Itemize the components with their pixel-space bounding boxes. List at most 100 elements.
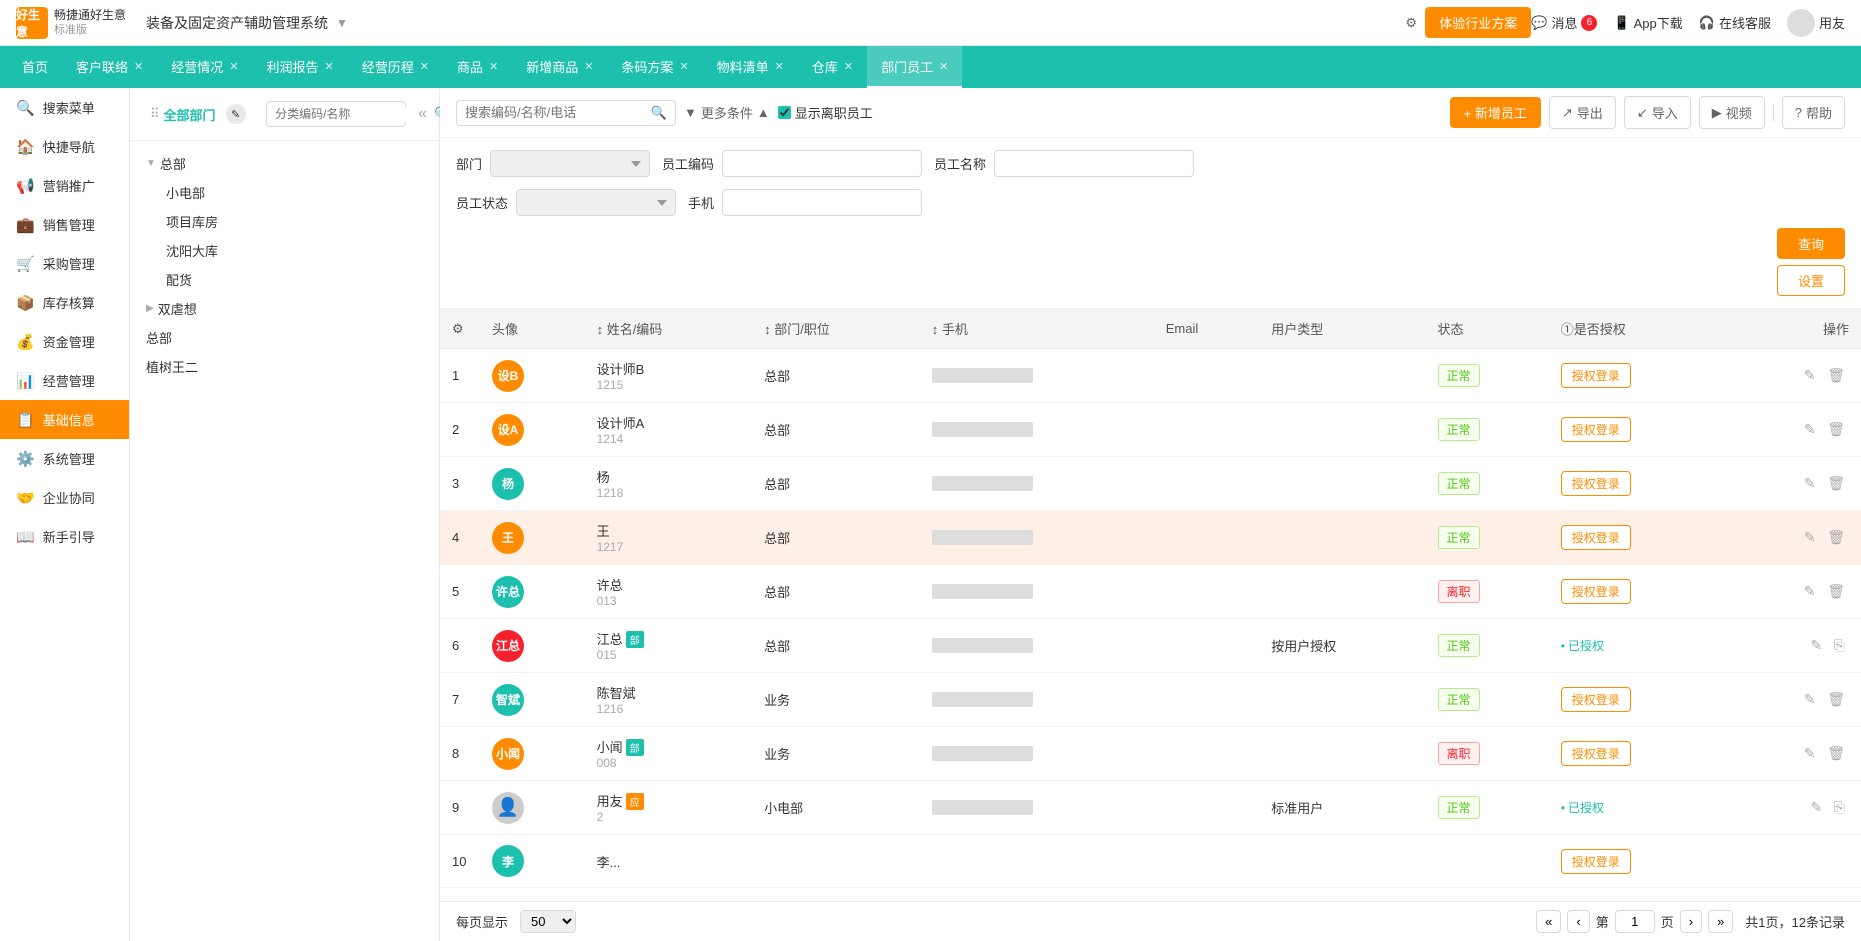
edit-dept-icon[interactable]: ✎ bbox=[226, 104, 246, 124]
app-download-button[interactable]: 📱 App下载 bbox=[1613, 13, 1682, 32]
sidebar-item-operation[interactable]: 📊 经营管理 bbox=[0, 361, 129, 400]
close-icon[interactable]: ✕ bbox=[679, 60, 688, 73]
auth-button[interactable]: 授权登录 bbox=[1561, 471, 1631, 496]
close-icon[interactable]: ✕ bbox=[775, 60, 784, 73]
sidebar-item-marketing[interactable]: 📢 营销推广 bbox=[0, 166, 129, 205]
sidebar-item-search[interactable]: 🔍 搜索菜单 bbox=[0, 88, 129, 127]
tab-operation[interactable]: 经营情况✕ bbox=[157, 46, 252, 88]
view-button[interactable]: ▶ 视频 bbox=[1699, 96, 1765, 129]
collapse-panel-btn[interactable]: « bbox=[418, 105, 427, 123]
tab-warehouse[interactable]: 仓库✕ bbox=[798, 46, 867, 88]
delete-button[interactable]: 🗑 bbox=[1823, 419, 1849, 440]
edit-button[interactable]: ✎ bbox=[1806, 635, 1826, 656]
tab-add-goods[interactable]: 新增商品✕ bbox=[512, 46, 607, 88]
next-page-button[interactable]: › bbox=[1680, 910, 1702, 933]
auth-button[interactable]: 授权登录 bbox=[1561, 579, 1631, 604]
dept-node-peihuo[interactable]: 配货 bbox=[158, 265, 431, 294]
user-menu[interactable]: 用友 bbox=[1787, 9, 1845, 37]
prev-page-button[interactable]: ‹ bbox=[1567, 910, 1589, 933]
online-service-button[interactable]: 🎧 在线客服 bbox=[1699, 13, 1771, 32]
copy-button[interactable]: ⎘ bbox=[1830, 797, 1849, 818]
phone-input[interactable] bbox=[722, 189, 922, 216]
dept-select[interactable] bbox=[490, 150, 650, 177]
sidebar-item-finance[interactable]: 💰 资金管理 bbox=[0, 322, 129, 361]
tab-department[interactable]: 部门员工✕ bbox=[867, 46, 962, 88]
last-page-button[interactable]: » bbox=[1708, 910, 1733, 933]
close-icon[interactable]: ✕ bbox=[489, 60, 498, 73]
sidebar-item-sales[interactable]: 💼 销售管理 bbox=[0, 205, 129, 244]
page-input[interactable] bbox=[1615, 910, 1655, 933]
edit-button[interactable]: ✎ bbox=[1800, 473, 1820, 494]
col-phone[interactable]: ↕ 手机 bbox=[920, 309, 1154, 349]
close-icon[interactable]: ✕ bbox=[134, 60, 143, 73]
delete-button[interactable]: 🗑 bbox=[1823, 473, 1849, 494]
edit-button[interactable]: ✎ bbox=[1800, 581, 1820, 602]
col-dept[interactable]: ↕ 部门/职位 bbox=[752, 309, 920, 349]
close-icon[interactable]: ✕ bbox=[325, 60, 334, 73]
delete-button[interactable]: 🗑 bbox=[1823, 365, 1849, 386]
add-employee-button[interactable]: + 新增员工 bbox=[1450, 97, 1541, 128]
import-button[interactable]: ↙ 导入 bbox=[1624, 96, 1691, 129]
search-input[interactable] bbox=[465, 105, 647, 120]
tab-history[interactable]: 经营历程✕ bbox=[348, 46, 443, 88]
auth-button[interactable]: 授权登录 bbox=[1561, 849, 1631, 874]
dept-node-shenyang[interactable]: 沈阳大库 bbox=[158, 236, 431, 265]
close-icon[interactable]: ✕ bbox=[584, 60, 593, 73]
close-icon[interactable]: ✕ bbox=[420, 60, 429, 73]
dept-search-input[interactable] bbox=[275, 107, 430, 121]
dept-node-zhishu[interactable]: 植树王二 bbox=[138, 352, 431, 381]
first-page-button[interactable]: « bbox=[1536, 910, 1561, 933]
tab-barcode[interactable]: 条码方案✕ bbox=[607, 46, 702, 88]
delete-button[interactable]: 🗑 bbox=[1823, 581, 1849, 602]
edit-button[interactable]: ✎ bbox=[1806, 797, 1826, 818]
auth-button[interactable]: 授权登录 bbox=[1561, 525, 1631, 550]
auth-button[interactable]: 授权登录 bbox=[1561, 363, 1631, 388]
help-button[interactable]: ? 帮助 bbox=[1782, 96, 1845, 129]
emp-code-input[interactable] bbox=[722, 150, 922, 177]
col-name[interactable]: ↕ 姓名/编码 bbox=[585, 309, 753, 349]
edit-button[interactable]: ✎ bbox=[1800, 689, 1820, 710]
dept-node-xiangmu[interactable]: 项目库房 bbox=[158, 207, 431, 236]
per-page-select[interactable]: 50 100 200 bbox=[520, 910, 576, 933]
setting-button[interactable]: 设置 bbox=[1777, 265, 1845, 296]
message-button[interactable]: 💬 消息 6 bbox=[1531, 13, 1597, 32]
copy-button[interactable]: ⎘ bbox=[1830, 635, 1849, 656]
delete-button[interactable]: 🗑 bbox=[1823, 743, 1849, 764]
more-filter-button[interactable]: ▼ 更多条件 ▲ bbox=[684, 103, 770, 122]
emp-status-select[interactable] bbox=[516, 189, 676, 216]
dept-node-zongbu2[interactable]: 总部 bbox=[138, 323, 431, 352]
delete-button[interactable]: 🗑 bbox=[1823, 689, 1849, 710]
edit-button[interactable]: ✎ bbox=[1800, 365, 1820, 386]
close-icon[interactable]: ✕ bbox=[229, 60, 238, 73]
dept-node-zongbu[interactable]: ▼ 总部 bbox=[138, 149, 431, 178]
sidebar-item-purchase[interactable]: 🛒 采购管理 bbox=[0, 244, 129, 283]
sidebar-item-inventory[interactable]: 📦 库存核算 bbox=[0, 283, 129, 322]
sidebar-item-guide[interactable]: 📖 新手引导 bbox=[0, 517, 129, 556]
auth-button[interactable]: 授权登录 bbox=[1561, 417, 1631, 442]
dept-node-xiaodian[interactable]: 小电部 bbox=[158, 178, 431, 207]
delete-button[interactable]: 🗑 bbox=[1823, 527, 1849, 548]
resigned-checkbox-input[interactable] bbox=[778, 106, 791, 119]
dropdown-arrow-icon[interactable]: ▼ bbox=[336, 16, 348, 30]
all-dept-header[interactable]: ⠿ 全部部门 ✎ bbox=[142, 98, 258, 130]
sidebar-item-company[interactable]: 🤝 企业协同 bbox=[0, 478, 129, 517]
close-icon[interactable]: ✕ bbox=[844, 60, 853, 73]
sidebar-item-system[interactable]: ⚙️ 系统管理 bbox=[0, 439, 129, 478]
show-resigned-checkbox[interactable]: 显示离职员工 bbox=[778, 103, 873, 122]
auth-button[interactable]: 授权登录 bbox=[1561, 687, 1631, 712]
edit-button[interactable]: ✎ bbox=[1800, 419, 1820, 440]
tab-bom[interactable]: 物料清单✕ bbox=[703, 46, 798, 88]
export-button[interactable]: ↗ 导出 bbox=[1549, 96, 1616, 129]
edit-button[interactable]: ✎ bbox=[1800, 527, 1820, 548]
sidebar-item-quick[interactable]: 🏠 快捷导航 bbox=[0, 127, 129, 166]
dept-node-shuangni[interactable]: ▶ 双虐想 bbox=[138, 294, 431, 323]
tab-customer[interactable]: 客户联络✕ bbox=[62, 46, 157, 88]
close-icon[interactable]: ✕ bbox=[939, 60, 948, 73]
edit-button[interactable]: ✎ bbox=[1800, 743, 1820, 764]
tab-home[interactable]: 首页 bbox=[8, 46, 62, 88]
sidebar-item-basic[interactable]: 📋 基础信息 bbox=[0, 400, 129, 439]
tab-goods[interactable]: 商品✕ bbox=[443, 46, 512, 88]
gear-button[interactable]: ⚙ bbox=[1397, 9, 1425, 37]
trial-button[interactable]: 体验行业方案 bbox=[1425, 7, 1531, 38]
tab-profit[interactable]: 利润报告✕ bbox=[252, 46, 347, 88]
